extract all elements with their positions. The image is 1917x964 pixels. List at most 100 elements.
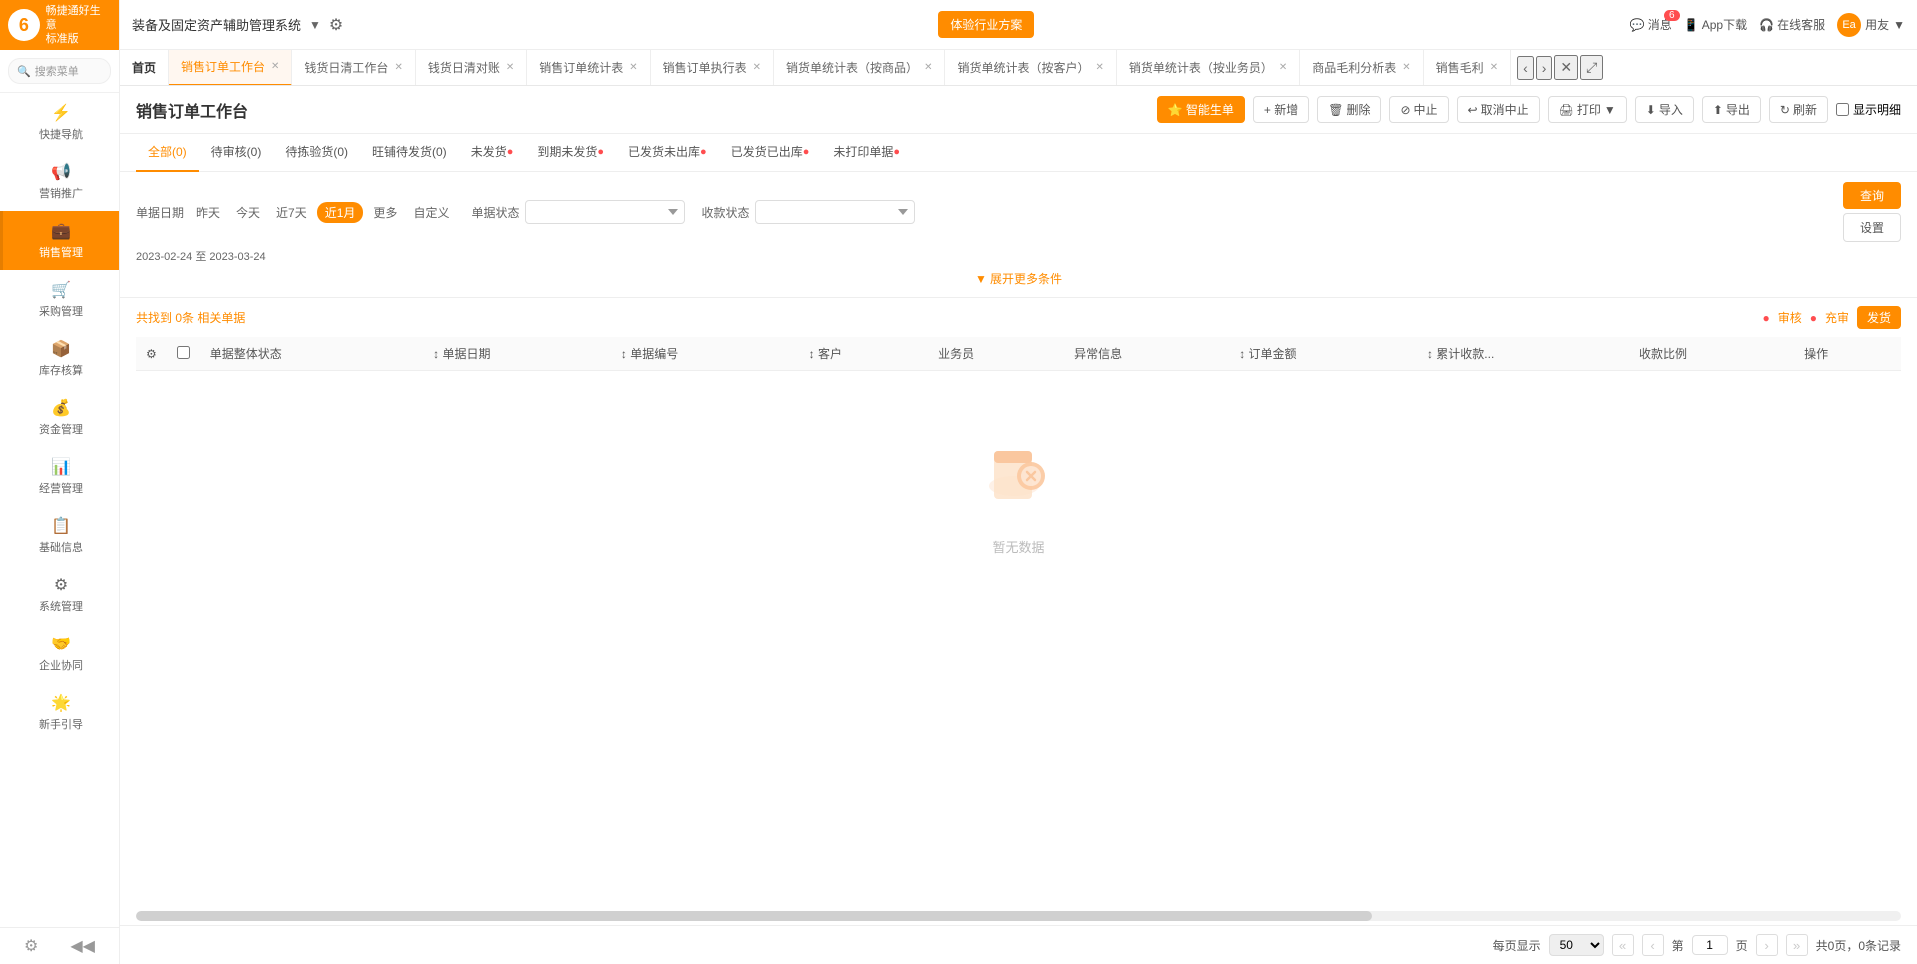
ship-btn[interactable]: 发货 <box>1857 306 1901 329</box>
delete-btn[interactable]: 🗑 删除 <box>1317 96 1381 123</box>
select-all-checkbox[interactable] <box>177 346 190 359</box>
query-btn[interactable]: 查询 <box>1843 182 1901 209</box>
settings-icon[interactable]: ⚙ <box>146 347 157 361</box>
sidebar-item-finance[interactable]: 💰 资金管理 <box>0 388 119 447</box>
tab-maximize-btn[interactable]: ⤢ <box>1580 55 1603 80</box>
tab-home[interactable]: 首页 <box>120 50 169 86</box>
system-dropdown[interactable]: ▼ <box>309 18 321 32</box>
tab-close-all-btn[interactable]: ✕ <box>1554 55 1578 80</box>
col-date[interactable]: ↕ 单据日期 <box>423 337 611 371</box>
tab-cash-reconcile[interactable]: 钱货日清对账 ✕ <box>416 50 527 86</box>
settings-col[interactable]: ⚙ <box>136 337 167 371</box>
sidebar-collapse-btn[interactable]: ◀◀ <box>70 936 95 956</box>
tab-gross-profit[interactable]: 商品毛利分析表 ✕ <box>1300 50 1423 86</box>
tab-close-icon[interactable]: ✕ <box>753 62 761 73</box>
date-custom-btn[interactable]: 自定义 <box>407 202 455 223</box>
page-last-btn[interactable]: » <box>1786 934 1808 956</box>
operation-icon: 📊 <box>51 457 71 477</box>
tab-close-icon[interactable]: ✕ <box>271 61 279 72</box>
app-download-btn[interactable]: 📱 App下载 <box>1684 16 1747 33</box>
status-select[interactable] <box>525 200 685 224</box>
filter-tab-wangpu[interactable]: 旺铺待发货(0) <box>360 134 459 172</box>
search-menu-btn[interactable]: 🔍 搜索菜单 <box>8 58 111 84</box>
tab-sales-workbench[interactable]: 销售订单工作台 ✕ <box>169 50 292 86</box>
tab-close-icon[interactable]: ✕ <box>506 62 514 73</box>
tab-close-icon[interactable]: ✕ <box>1279 62 1287 73</box>
search-actions: 查询 设置 <box>1843 182 1901 242</box>
message-btn[interactable]: 💬 6 消息 <box>1629 16 1671 33</box>
filter-tab-shipped-not-out[interactable]: 已发货未出库● <box>616 134 719 172</box>
page-next-btn[interactable]: › <box>1756 934 1778 956</box>
tab-sales-stat-customer[interactable]: 销货单统计表（按客户） ✕ <box>945 50 1116 86</box>
sidebar-search[interactable]: 🔍 搜索菜单 <box>0 50 119 93</box>
sidebar-item-purchase[interactable]: 🛒 采购管理 <box>0 270 119 329</box>
page-first-btn[interactable]: « <box>1612 934 1634 956</box>
filter-tab-not-printed[interactable]: 未打印单据● <box>821 134 912 172</box>
tab-cash-daily[interactable]: 钱货日清工作台 ✕ <box>292 50 415 86</box>
cancel-btn[interactable]: 充审 <box>1825 309 1849 326</box>
tab-close-icon[interactable]: ✕ <box>924 62 932 73</box>
sidebar-item-marketing[interactable]: 📢 营销推广 <box>0 152 119 211</box>
industry-btn[interactable]: 体验行业方案 <box>938 11 1034 38</box>
sidebar-item-operation[interactable]: 📊 经营管理 <box>0 447 119 506</box>
checkbox-col[interactable] <box>167 337 200 371</box>
import-btn[interactable]: ⬇ 导入 <box>1635 96 1694 123</box>
filter-tab-shipped-out[interactable]: 已发货已出库● <box>719 134 822 172</box>
filter-tab-pending-review[interactable]: 待审核(0) <box>199 134 274 172</box>
show-details-input[interactable] <box>1836 103 1849 116</box>
refresh-icon: ↻ <box>1780 103 1790 117</box>
tab-sales-stat-staff[interactable]: 销货单统计表（按业务员） ✕ <box>1117 50 1300 86</box>
filter-tab-pending-check[interactable]: 待拣验货(0) <box>273 134 360 172</box>
date-7days-btn[interactable]: 近7天 <box>270 202 313 223</box>
smart-create-btn[interactable]: ⭐ 智能生单 <box>1157 96 1245 123</box>
filter-tab-not-shipped[interactable]: 未发货● <box>459 134 526 172</box>
tab-next-btn[interactable]: › <box>1536 56 1553 80</box>
add-btn[interactable]: + 新增 <box>1253 96 1309 123</box>
sidebar-item-base-info[interactable]: 📋 基础信息 <box>0 506 119 565</box>
expand-btn[interactable]: ▼ 展开更多条件 <box>975 270 1062 287</box>
date-today-btn[interactable]: 今天 <box>230 202 266 223</box>
date-1month-btn[interactable]: 近1月 <box>317 202 364 223</box>
col-collected[interactable]: ↕ 累计收款... <box>1417 337 1629 371</box>
sidebar-item-sales[interactable]: 💼 销售管理 <box>0 211 119 270</box>
filter-tab-all[interactable]: 全部(0) <box>136 134 199 172</box>
sidebar-item-system[interactable]: ⚙ 系统管理 <box>0 565 119 624</box>
col-amount[interactable]: ↕ 订单金额 <box>1229 337 1417 371</box>
tab-prev-btn[interactable]: ‹ <box>1517 56 1534 80</box>
col-number[interactable]: ↕ 单据编号 <box>611 337 799 371</box>
show-details-checkbox[interactable]: 显示明细 <box>1836 101 1901 118</box>
horizontal-scrollbar[interactable] <box>120 907 1917 925</box>
cancel-stop-btn[interactable]: ↩ 取消中止 <box>1457 96 1540 123</box>
tab-sales-stat[interactable]: 销售订单统计表 ✕ <box>527 50 650 86</box>
sidebar-item-enterprise[interactable]: 🤝 企业协同 <box>0 624 119 683</box>
online-service-btn[interactable]: 🎧 在线客服 <box>1759 16 1825 33</box>
tab-sales-profit[interactable]: 销售毛利 ✕ <box>1424 50 1511 86</box>
page-input[interactable] <box>1692 935 1728 955</box>
stop-btn[interactable]: ⊘ 中止 <box>1389 96 1448 123</box>
page-prev-btn[interactable]: ‹ <box>1642 934 1664 956</box>
filter-tab-overdue-ship[interactable]: 到期未发货● <box>525 134 616 172</box>
tab-sales-exec[interactable]: 销售订单执行表 ✕ <box>651 50 774 86</box>
tab-close-icon[interactable]: ✕ <box>1490 62 1498 73</box>
tab-sales-stat-product[interactable]: 销货单统计表（按商品） ✕ <box>774 50 945 86</box>
sidebar-item-quick-nav[interactable]: ⚡ 快捷导航 <box>0 93 119 152</box>
setting-btn[interactable]: 设置 <box>1843 213 1901 242</box>
tab-close-icon[interactable]: ✕ <box>1402 62 1410 73</box>
sidebar-item-guide[interactable]: 🌟 新手引导 <box>0 683 119 742</box>
payment-select[interactable] <box>755 200 915 224</box>
review-btn[interactable]: 审核 <box>1778 309 1802 326</box>
topbar-settings-icon[interactable]: ⚙ <box>329 15 343 35</box>
tab-close-icon[interactable]: ✕ <box>629 62 637 73</box>
date-yesterday-btn[interactable]: 昨天 <box>190 202 226 223</box>
per-page-select[interactable]: 50 10 20 100 <box>1549 934 1604 956</box>
date-more-btn[interactable]: 更多 <box>367 202 403 223</box>
col-customer[interactable]: ↕ 客户 <box>799 337 928 371</box>
refresh-btn[interactable]: ↻ 刷新 <box>1769 96 1828 123</box>
sidebar-item-inventory[interactable]: 📦 库存核算 <box>0 329 119 388</box>
export-btn[interactable]: ⬆ 导出 <box>1702 96 1761 123</box>
user-menu[interactable]: Ea 用友 ▼ <box>1837 13 1905 37</box>
tab-close-icon[interactable]: ✕ <box>1095 62 1103 73</box>
print-btn[interactable]: 🖨 打印 ▼ <box>1548 96 1627 123</box>
sidebar-settings-btn[interactable]: ⚙ <box>24 936 38 956</box>
tab-close-icon[interactable]: ✕ <box>394 62 402 73</box>
